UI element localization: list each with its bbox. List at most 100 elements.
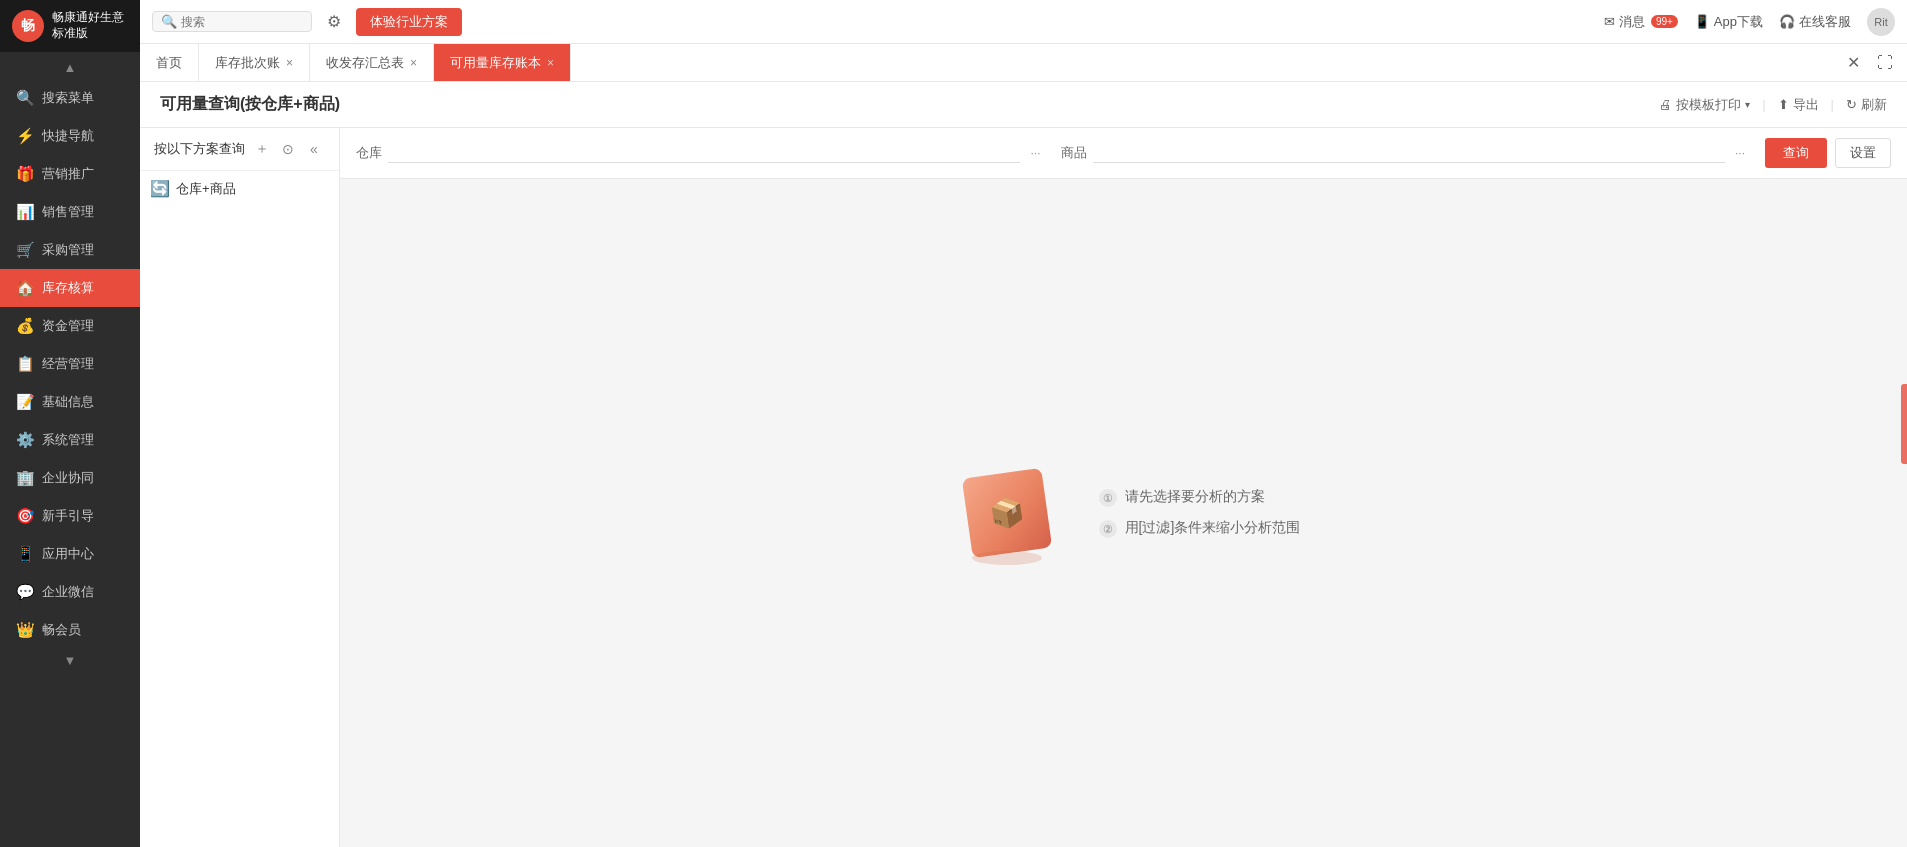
close-tab-btn[interactable]: ✕	[1839, 49, 1867, 77]
empty-shadow	[972, 551, 1042, 565]
empty-box-graphic: 📦	[961, 468, 1051, 558]
page-header: 可用量查询(按仓库+商品) 🖨 按模板打印 ▾ | ⬆ 导出 | ↻ 刷新	[140, 82, 1907, 128]
tab-home[interactable]: 首页	[140, 44, 199, 82]
filter-item-warehouse-product[interactable]: 🔄 仓库+商品	[140, 171, 339, 206]
product-input[interactable]	[1093, 143, 1725, 163]
sidebar-item-sales[interactable]: 📊 销售管理	[0, 193, 140, 231]
filter-settings-btn[interactable]: ⊙	[277, 138, 299, 160]
sidebar-item-system[interactable]: ⚙️ 系统管理	[0, 421, 140, 459]
sidebar-item-search[interactable]: 🔍 搜索菜单	[0, 79, 140, 117]
empty-tip-1: ① 请先选择要分析的方案	[1099, 488, 1301, 507]
filter-add-btn[interactable]: ＋	[251, 138, 273, 160]
message-icon: ✉	[1604, 14, 1615, 29]
right-scrollbar-accent	[1901, 384, 1907, 464]
sidebar-logo: 畅	[12, 10, 44, 42]
topbar-search-icon: 🔍	[161, 14, 177, 29]
printer-icon: 🖨	[1659, 97, 1672, 112]
avatar: Rit	[1867, 8, 1895, 36]
settings-btn[interactable]: 设置	[1835, 138, 1891, 168]
topbar-search-box[interactable]: 🔍	[152, 11, 312, 32]
sidebar-item-marketing[interactable]: 🎁 营销推广	[0, 155, 140, 193]
clipboard-icon: 📋	[16, 355, 34, 373]
cart-icon: 🛒	[16, 241, 34, 259]
mobile-icon: 📱	[16, 545, 34, 563]
app-download-btn[interactable]: 📱 App下载	[1694, 13, 1763, 31]
refresh-icon: ↻	[1846, 97, 1857, 112]
refresh-btn[interactable]: ↻ 刷新	[1846, 96, 1887, 114]
target-icon: 🎯	[16, 507, 34, 525]
wechat-icon: 💬	[16, 583, 34, 601]
sidebar-scroll-down[interactable]: ▼	[0, 649, 140, 672]
sidebar-app-subtitle: 标准版	[52, 26, 124, 42]
building-icon: 🏢	[16, 469, 34, 487]
sidebar-app-title: 畅康通好生意	[52, 10, 124, 26]
sidebar-item-shortcut[interactable]: ⚡ 快捷导航	[0, 117, 140, 155]
query-btn[interactable]: 查询	[1765, 138, 1827, 168]
flash-icon: ⚡	[16, 127, 34, 145]
sidebar: 畅 畅康通好生意 标准版 ▲ 🔍 搜索菜单 ⚡ 快捷导航 🎁 营销推广 📊 销售…	[0, 0, 140, 847]
expand-tab-btn[interactable]: ⛶	[1871, 49, 1899, 77]
sidebar-item-inventory[interactable]: 🏠 库存核算	[0, 269, 140, 307]
tab-deposit-summary[interactable]: 收发存汇总表 ×	[310, 44, 434, 82]
box-face-icon: 📦	[987, 494, 1026, 532]
sidebar-item-basic-info[interactable]: 📝 基础信息	[0, 383, 140, 421]
export-btn[interactable]: ⬆ 导出	[1778, 96, 1819, 114]
tip-num-2: ②	[1099, 520, 1117, 538]
filter-header-actions: ＋ ⊙ «	[251, 138, 325, 160]
sidebar-item-enterprise-wechat[interactable]: 💬 企业微信	[0, 573, 140, 611]
print-template-btn[interactable]: 🖨 按模板打印 ▾	[1659, 96, 1750, 114]
refresh-circle-icon: 🔄	[150, 179, 170, 198]
warehouse-input[interactable]	[388, 143, 1020, 163]
sidebar-item-operations[interactable]: 📋 经营管理	[0, 345, 140, 383]
tabs-bar: 首页 库存批次账 × 收发存汇总表 × 可用量库存账本 × ✕ ⛶	[140, 44, 1907, 82]
export-icon: ⬆	[1778, 97, 1789, 112]
query-actions: 查询 设置	[1765, 138, 1891, 168]
sidebar-item-new-guide[interactable]: 🎯 新手引导	[0, 497, 140, 535]
sidebar-item-member[interactable]: 👑 畅会员	[0, 611, 140, 649]
headset-icon: 🎧	[1779, 14, 1795, 29]
money-icon: 💰	[16, 317, 34, 335]
filter-title: 按以下方案查询	[154, 140, 245, 158]
search-icon: 🔍	[16, 89, 34, 107]
tip-num-1: ①	[1099, 489, 1117, 507]
doc-icon: 📝	[16, 393, 34, 411]
crown-icon: 👑	[16, 621, 34, 639]
sidebar-item-purchase[interactable]: 🛒 采购管理	[0, 231, 140, 269]
warehouse-field: 仓库 ···	[356, 143, 1045, 163]
warehouse-label: 仓库	[356, 144, 382, 162]
user-avatar[interactable]: Rit	[1867, 8, 1895, 36]
filter-collapse-btn[interactable]: «	[303, 138, 325, 160]
topbar: 🔍 ⚙ 体验行业方案 ✉ 消息 99+ 📱 App下载 🎧 在线客服 Rit	[140, 0, 1907, 44]
filter-header: 按以下方案查询 ＋ ⊙ «	[140, 128, 339, 171]
print-dropdown-icon: ▾	[1745, 99, 1750, 110]
sidebar-title-block: 畅康通好生意 标准版	[52, 10, 124, 41]
page-title: 可用量查询(按仓库+商品)	[160, 94, 340, 115]
warehouse-more-btn[interactable]: ···	[1026, 144, 1044, 162]
online-service-btn[interactable]: 🎧 在线客服	[1779, 13, 1851, 31]
empty-state: 📦 ① 请先选择要分析的方案 ② 用[过滤]条件来缩小分析范围	[340, 179, 1907, 847]
tab-close-available-ledger[interactable]: ×	[547, 56, 554, 70]
topbar-right: ✉ 消息 99+ 📱 App下载 🎧 在线客服 Rit	[1604, 8, 1895, 36]
messages-btn[interactable]: ✉ 消息 99+	[1604, 13, 1678, 31]
filter-panel: 按以下方案查询 ＋ ⊙ « 🔄 仓库+商品	[140, 128, 340, 847]
page-actions: 🖨 按模板打印 ▾ | ⬆ 导出 | ↻ 刷新	[1659, 96, 1887, 114]
sidebar-scroll-up[interactable]: ▲	[0, 56, 140, 79]
query-bar: 仓库 ··· 商品 ··· 查询 设置	[340, 128, 1907, 179]
tab-batch-ledger[interactable]: 库存批次账 ×	[199, 44, 310, 82]
product-label: 商品	[1061, 144, 1087, 162]
trial-industry-btn[interactable]: 体验行业方案	[356, 8, 462, 36]
tab-close-batch-ledger[interactable]: ×	[286, 56, 293, 70]
right-panel: 仓库 ··· 商品 ··· 查询 设置 📦	[340, 128, 1907, 847]
chart-icon: 📊	[16, 203, 34, 221]
sidebar-item-enterprise[interactable]: 🏢 企业协同	[0, 459, 140, 497]
empty-tip-2: ② 用[过滤]条件来缩小分析范围	[1099, 519, 1301, 538]
sidebar-item-funds[interactable]: 💰 资金管理	[0, 307, 140, 345]
topbar-search-input[interactable]	[181, 15, 291, 29]
tabs-actions: ✕ ⛶	[1831, 49, 1907, 77]
sidebar-item-app-center[interactable]: 📱 应用中心	[0, 535, 140, 573]
tab-available-ledger[interactable]: 可用量库存账本 ×	[434, 44, 571, 82]
settings-icon-btn[interactable]: ⚙	[320, 8, 348, 36]
tab-close-deposit-summary[interactable]: ×	[410, 56, 417, 70]
phone-icon: 📱	[1694, 14, 1710, 29]
product-more-btn[interactable]: ···	[1731, 144, 1749, 162]
